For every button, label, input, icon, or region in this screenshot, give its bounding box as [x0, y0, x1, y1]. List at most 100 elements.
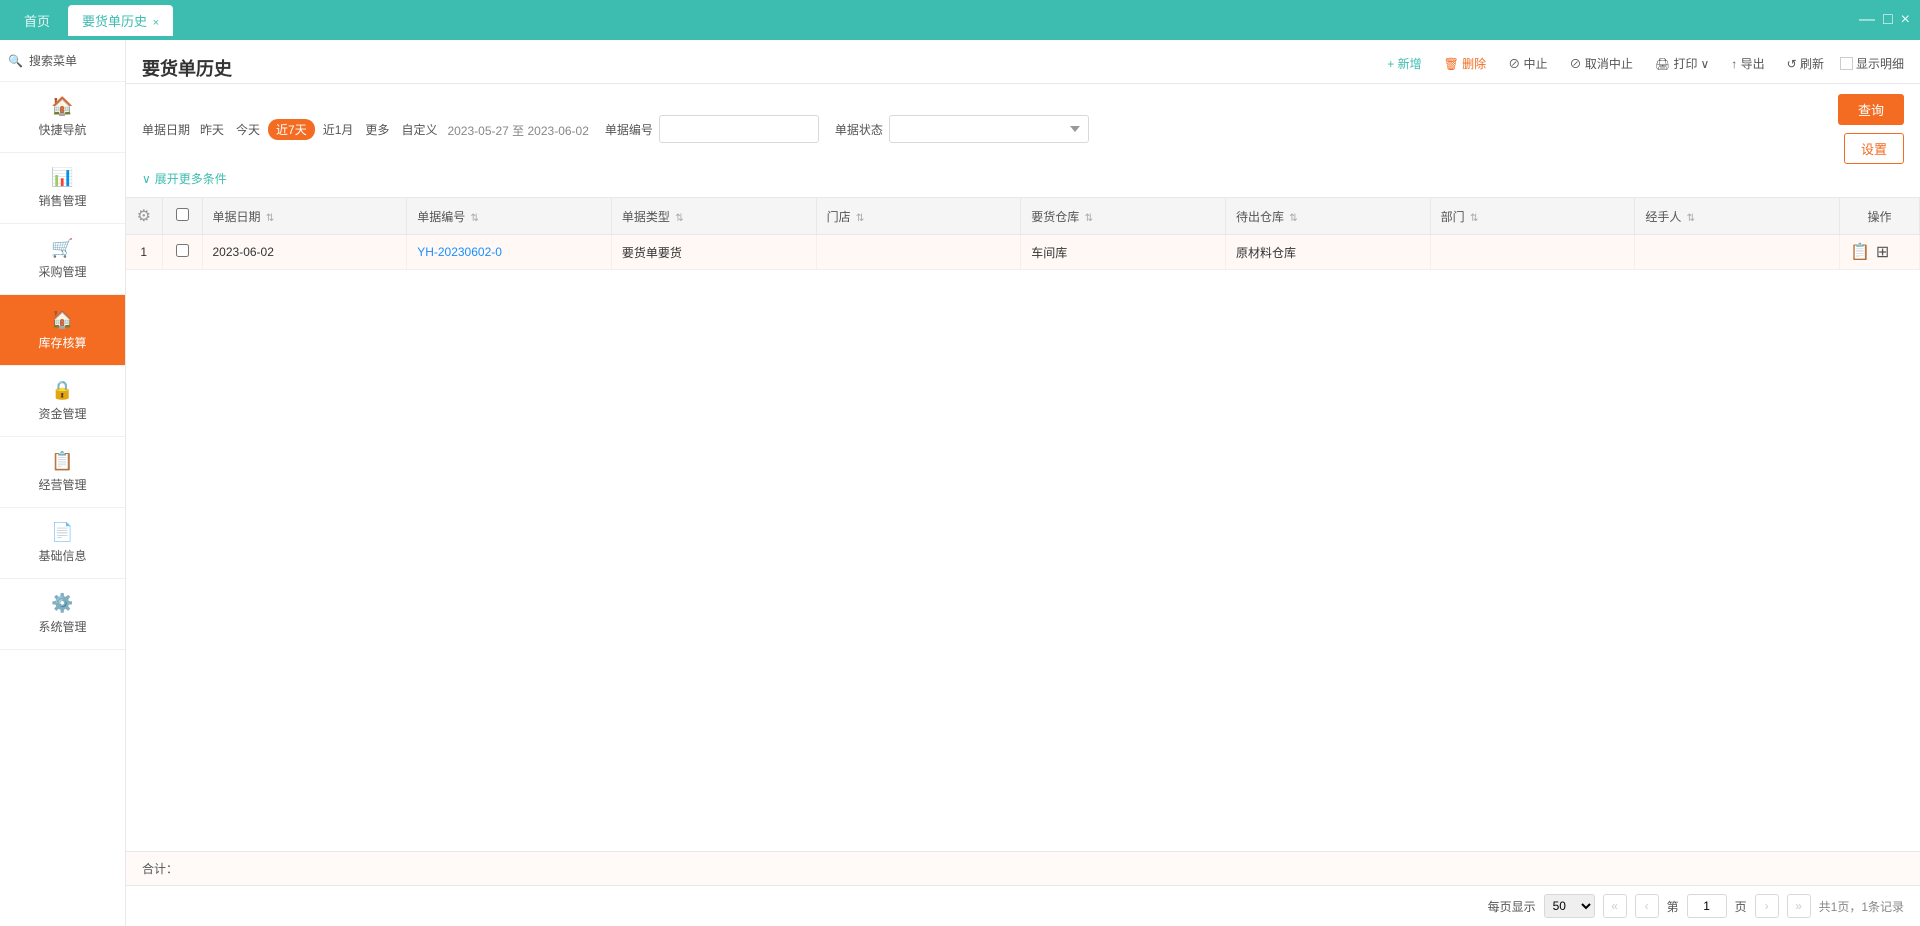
cell-row-num: 1 — [126, 235, 162, 270]
prev-page-button[interactable]: ‹ — [1635, 894, 1659, 918]
sidebar-item-label: 库存核算 — [38, 334, 86, 351]
content-area: 要货单历史 + 新增 🗑 删除 ⊘ 中止 ⊘ 取消中止 🖨 打印 ∨ ↑ 导出 … — [126, 40, 1920, 926]
col-docno-sort-icon[interactable]: ⇅ — [471, 213, 479, 224]
cell-doctype: 要货单要货 — [611, 235, 816, 270]
per-page-label: 每页显示 — [1488, 898, 1536, 915]
table-row: 1 2023-06-02 YH-20230602-0 要货单要货 车间库 原材料… — [126, 235, 1920, 270]
col-req-warehouse-label: 要货仓库 — [1031, 210, 1079, 224]
last-page-button[interactable]: » — [1787, 894, 1811, 918]
header-actions: + 新增 🗑 删除 ⊘ 中止 ⊘ 取消中止 🖨 打印 ∨ ↑ 导出 ↺ 刷新 显… — [1381, 52, 1904, 83]
tab-close-icon[interactable]: × — [153, 17, 159, 29]
new-button[interactable]: + 新增 — [1381, 52, 1427, 75]
date-option-custom[interactable]: 自定义 — [397, 119, 441, 140]
setting-button[interactable]: 设置 — [1844, 133, 1904, 164]
sidebar-item-finance[interactable]: 🔒 资金管理 — [0, 366, 125, 437]
sidebar-item-label: 经营管理 — [38, 476, 86, 493]
cell-docno: YH-20230602-0 — [407, 235, 612, 270]
col-dept-sort-icon[interactable]: ⇅ — [1470, 213, 1478, 224]
col-date-sort-icon[interactable]: ⇅ — [266, 213, 274, 224]
col-dept: 部门 ⇅ — [1430, 198, 1635, 235]
docno-link[interactable]: YH-20230602-0 — [417, 245, 502, 259]
search-icon: 🔍 — [8, 54, 23, 68]
export-button[interactable]: ↑ 导出 — [1725, 52, 1770, 75]
sidebar-item-system[interactable]: ⚙️ 系统管理 — [0, 579, 125, 650]
date-option-7days[interactable]: 近7天 — [268, 119, 315, 140]
col-req-warehouse-sort-icon[interactable]: ⇅ — [1085, 213, 1093, 224]
select-all-checkbox[interactable] — [176, 208, 189, 221]
window-min-icon[interactable]: — — [1859, 11, 1875, 29]
op-icon-1[interactable]: 📋 — [1850, 242, 1870, 262]
print-button[interactable]: 🖨 打印 ∨ — [1649, 52, 1715, 75]
col-store-sort-icon[interactable]: ⇅ — [856, 213, 864, 224]
sidebar-item-sales[interactable]: 📊 销售管理 — [0, 153, 125, 224]
column-settings-icon[interactable]: ⚙ — [137, 208, 151, 225]
table-header-row: ⚙ 单据日期 ⇅ 单据编号 ⇅ — [126, 198, 1920, 235]
page-title: 要货单历史 — [142, 55, 232, 81]
col-handler: 经手人 ⇅ — [1635, 198, 1840, 235]
table-container: ⚙ 单据日期 ⇅ 单据编号 ⇅ — [126, 198, 1920, 851]
window-close-icon[interactable]: × — [1901, 11, 1910, 29]
stop-button[interactable]: ⊘ 中止 — [1502, 52, 1553, 75]
row-checkbox[interactable] — [176, 244, 189, 257]
filter-date-group: 单据日期 昨天 今天 近7天 近1月 更多 自定义 2023-05-27 至 2… — [142, 119, 589, 140]
tab-order-history[interactable]: 要货单历史 × — [68, 5, 173, 36]
col-operation: 操作 — [1840, 198, 1920, 235]
total-info: 共1页，1条记录 — [1819, 898, 1904, 915]
tab-home[interactable]: 首页 — [10, 5, 64, 36]
sidebar-item-operation[interactable]: 📋 经营管理 — [0, 437, 125, 508]
sidebar-item-inventory[interactable]: 🏠 库存核算 — [0, 295, 125, 366]
date-option-more[interactable]: 更多 — [361, 119, 393, 140]
sidebar-item-purchase[interactable]: 🛒 采购管理 — [0, 224, 125, 295]
col-doctype-sort-icon[interactable]: ⇅ — [675, 213, 683, 224]
date-filter-label: 单据日期 — [142, 121, 190, 138]
filter-row: 单据日期 昨天 今天 近7天 近1月 更多 自定义 2023-05-27 至 2… — [142, 94, 1904, 164]
per-page-select[interactable]: 50 10 20 100 — [1544, 894, 1595, 918]
display-detail-button[interactable]: 显示明细 — [1840, 55, 1904, 72]
col-settings: ⚙ — [126, 198, 162, 235]
window-max-icon[interactable]: □ — [1883, 11, 1893, 29]
sidebar-item-basic[interactable]: 📄 基础信息 — [0, 508, 125, 579]
print-arrow-icon: ∨ — [1700, 57, 1709, 71]
col-doctype: 单据类型 ⇅ — [611, 198, 816, 235]
finance-icon: 🔒 — [51, 380, 73, 401]
col-store-label: 门店 — [827, 210, 851, 224]
docno-input[interactable] — [659, 115, 819, 143]
date-option-yesterday[interactable]: 昨天 — [196, 119, 228, 140]
col-pending-warehouse-sort-icon[interactable]: ⇅ — [1289, 213, 1297, 224]
date-option-today[interactable]: 今天 — [232, 119, 264, 140]
display-detail-checkbox[interactable] — [1840, 57, 1853, 70]
sidebar-item-nav[interactable]: 🏠 快捷导航 — [0, 82, 125, 153]
col-store: 门店 ⇅ — [816, 198, 1021, 235]
status-select[interactable] — [889, 115, 1089, 143]
col-handler-label: 经手人 — [1645, 210, 1681, 224]
page-label-before: 第 — [1667, 898, 1679, 915]
cell-dept — [1430, 235, 1635, 270]
col-dept-label: 部门 — [1441, 210, 1465, 224]
sidebar-item-label: 采购管理 — [38, 263, 86, 280]
sidebar-item-label: 基础信息 — [38, 547, 86, 564]
date-option-1month[interactable]: 近1月 — [319, 119, 358, 140]
operation-icon: 📋 — [51, 451, 73, 472]
col-docno-label: 单据编号 — [417, 210, 465, 224]
sidebar-item-search[interactable]: 🔍 搜索菜单 — [0, 40, 125, 82]
refresh-button[interactable]: ↺ 刷新 — [1781, 52, 1830, 75]
sidebar-item-label: 销售管理 — [38, 192, 86, 209]
status-filter-label: 单据状态 — [835, 121, 883, 138]
filter-docno-group: 单据编号 — [605, 115, 819, 143]
cell-checkbox — [162, 235, 202, 270]
cancel-stop-button[interactable]: ⊘ 取消中止 — [1564, 52, 1639, 75]
first-page-button[interactable]: « — [1603, 894, 1627, 918]
op-icon-2[interactable]: ⊞ — [1876, 242, 1889, 262]
docno-filter-label: 单据编号 — [605, 121, 653, 138]
display-detail-label: 显示明细 — [1856, 55, 1904, 72]
expand-more-label: 展开更多条件 — [155, 170, 227, 187]
main-layout: 🔍 搜索菜单 🏠 快捷导航 📊 销售管理 🛒 采购管理 🏠 库存核算 🔒 资金管… — [0, 40, 1920, 926]
cell-operation: 📋 ⊞ — [1840, 235, 1920, 270]
expand-more-button[interactable]: ∨ 展开更多条件 — [142, 170, 1904, 187]
col-handler-sort-icon[interactable]: ⇅ — [1687, 213, 1695, 224]
sidebar: 🔍 搜索菜单 🏠 快捷导航 📊 销售管理 🛒 采购管理 🏠 库存核算 🔒 资金管… — [0, 40, 126, 926]
delete-button[interactable]: 🗑 删除 — [1438, 52, 1493, 75]
query-button[interactable]: 查询 — [1838, 94, 1904, 125]
next-page-button[interactable]: › — [1755, 894, 1779, 918]
current-page-input[interactable] — [1687, 894, 1727, 918]
